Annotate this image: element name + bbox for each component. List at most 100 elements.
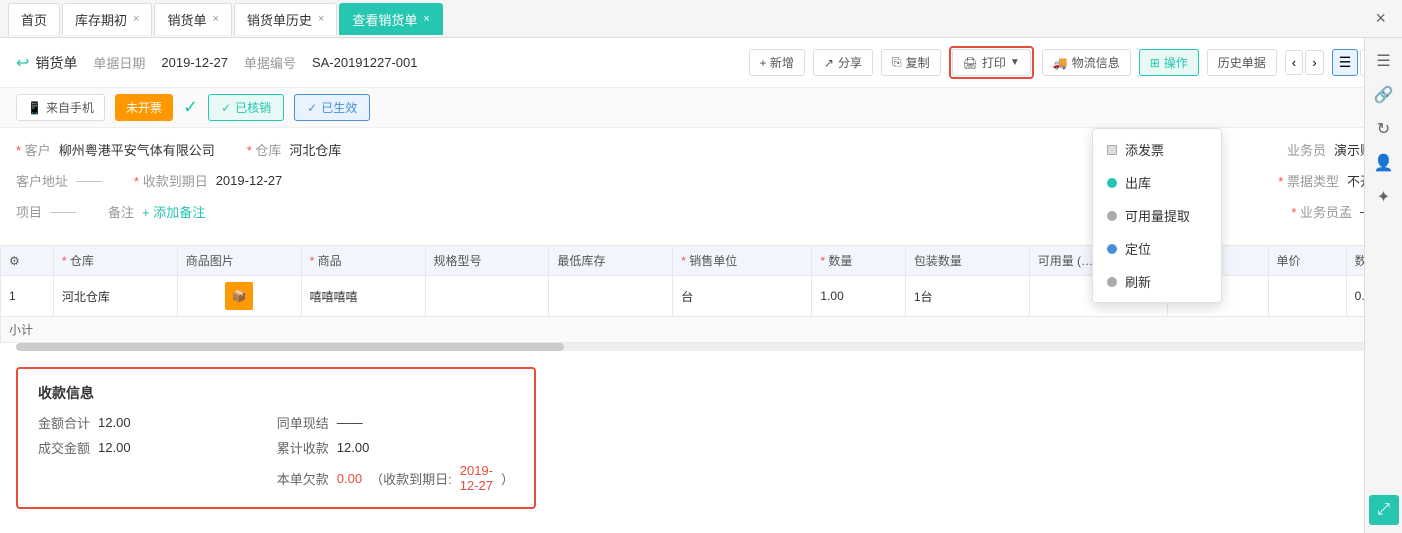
col-product: * 商品: [301, 246, 425, 276]
outbound-label: 出库: [1125, 173, 1151, 192]
payment-info-box: 收款信息 金额合计 12.00 同单现结 —— 成交金额 12.00 累计收款 …: [16, 367, 536, 509]
customer-field: 客户 柳州粤港平安气体有限公司: [16, 140, 215, 159]
row-pack-qty: 1台: [905, 276, 1029, 317]
address-value: ——: [76, 173, 102, 188]
refresh-icon: [1107, 277, 1117, 287]
checkmark2-icon: ✓: [221, 101, 231, 115]
locate-label: 定位: [1125, 239, 1151, 258]
col-product-img: 商品图片: [177, 246, 301, 276]
single-settlement-value: ——: [337, 415, 363, 430]
next-arrow[interactable]: ›: [1305, 50, 1323, 75]
operation-button[interactable]: ⊞ 操作: [1139, 49, 1199, 76]
history-button[interactable]: 历史单据: [1207, 49, 1277, 76]
tab-inventory-init[interactable]: 库存期初 ×: [62, 3, 152, 35]
close-window-button[interactable]: ×: [1367, 8, 1394, 29]
list-view-button[interactable]: ☰: [1332, 49, 1359, 76]
tab-view-sales-order-close[interactable]: ×: [423, 13, 429, 25]
horizontal-scrollbar[interactable]: [16, 343, 1386, 351]
share-icon: ↗: [824, 56, 834, 70]
sidebar-link-icon[interactable]: 🔗: [1369, 80, 1399, 110]
from-phone-button[interactable]: 📱 来自手机: [16, 94, 105, 121]
checkmark-icon[interactable]: ✓: [183, 97, 198, 118]
checkmark3-icon: ✓: [307, 101, 317, 115]
doc-title-icon: ↩: [16, 53, 29, 73]
refresh-label: 刷新: [1125, 272, 1151, 291]
nav-arrows: ‹ ›: [1285, 50, 1324, 75]
from-phone-label: 来自手机: [46, 99, 94, 116]
warehouse-field: 仓库 河北仓库: [247, 140, 342, 159]
sidebar-list-icon[interactable]: ☰: [1369, 46, 1399, 76]
row-warehouse: 河北仓库: [53, 276, 177, 317]
tab-sales-order[interactable]: 销货单 ×: [154, 3, 231, 35]
overdue-date: 2019-12-27: [460, 463, 493, 493]
tab-home-label: 首页: [21, 10, 47, 29]
sidebar-expand-icon[interactable]: ⤢: [1369, 495, 1399, 525]
copy-button-label: 复制: [906, 54, 930, 71]
total-value: 12.00: [98, 415, 131, 430]
single-settlement-label: 同单现结: [277, 413, 329, 432]
cumulative-row: 累计收款 12.00: [277, 438, 514, 457]
right-sidebar: ☰ 🔗 ↻ 👤 ✦ ⤢: [1364, 38, 1402, 533]
total-label: 金额合计: [38, 413, 90, 432]
share-button[interactable]: ↗ 分享: [813, 49, 873, 76]
row-spec: [425, 276, 549, 317]
tab-view-sales-order-label: 查看销货单: [352, 10, 417, 29]
sidebar-user-icon[interactable]: 👤: [1369, 148, 1399, 178]
add-invoice-icon: [1107, 145, 1117, 155]
print-highlight-box: 🖨 打印 ▼: [949, 46, 1034, 79]
dropdown-locate[interactable]: 定位: [1093, 232, 1221, 265]
subtotal-row: 小计: [1, 317, 1402, 343]
payment-date-value: 2019-12-27: [216, 173, 283, 188]
locate-icon: [1107, 244, 1117, 254]
dropdown-refresh[interactable]: 刷新: [1093, 265, 1221, 298]
operation-dropdown-menu: 添发票 出库 可用量提取 定位 刷新: [1092, 128, 1222, 303]
print-dropdown-arrow: ▼: [1010, 57, 1020, 68]
tab-sales-history[interactable]: 销货单历史 ×: [234, 3, 337, 35]
customer-value: 柳州粤港平安气体有限公司: [59, 140, 215, 159]
payment-info-grid: 金额合计 12.00 同单现结 —— 成交金额 12.00 累计收款 12.00: [38, 413, 514, 493]
dropdown-add-invoice[interactable]: 添发票: [1093, 133, 1221, 166]
date-value: 2019-12-27: [161, 55, 228, 70]
transaction-value: 12.00: [98, 440, 131, 455]
row-no: 1: [1, 276, 54, 317]
transaction-label: 成交金额: [38, 438, 90, 457]
address-field: 客户地址 ——: [16, 171, 102, 190]
print-button[interactable]: 🖨 打印 ▼: [952, 49, 1031, 76]
outbound-icon: [1107, 178, 1117, 188]
already-effective-button[interactable]: ✓ 已生效: [294, 94, 370, 121]
doc-title-text: 销货单: [35, 53, 77, 73]
tab-inventory-init-close[interactable]: ×: [133, 13, 139, 25]
sidebar-refresh-icon[interactable]: ↻: [1369, 114, 1399, 144]
gear-icon: ⚙: [9, 254, 20, 268]
col-gear[interactable]: ⚙: [1, 246, 54, 276]
tab-home[interactable]: 首页: [8, 3, 60, 35]
col-sales-unit: * 销售单位: [673, 246, 812, 276]
sidebar-star-icon[interactable]: ✦: [1369, 182, 1399, 212]
new-button[interactable]: + 新增: [749, 49, 805, 76]
tab-inventory-init-label: 库存期初: [75, 10, 127, 29]
prev-arrow[interactable]: ‹: [1285, 50, 1303, 75]
total-amount-row: 金额合计 12.00: [38, 413, 253, 432]
not-open-button[interactable]: 未开票: [115, 94, 173, 121]
project-value: ——: [50, 204, 76, 219]
doc-actions: + 新增 ↗ 分享 ⎘ 复制 🖨 打印 ▼: [749, 46, 1386, 79]
tab-sales-order-close[interactable]: ×: [212, 13, 218, 25]
logistics-button[interactable]: 🚚 物流信息: [1042, 49, 1131, 76]
row-quantity: 1.00: [812, 276, 905, 317]
already-cancelled-button[interactable]: ✓ 已核销: [208, 94, 284, 121]
cumulative-label: 累计收款: [277, 438, 329, 457]
tab-sales-history-close[interactable]: ×: [318, 13, 324, 25]
copy-button[interactable]: ⎘ 复制: [881, 49, 941, 76]
col-spec: 规格型号: [425, 246, 549, 276]
doc-toolbar2: 📱 来自手机 未开票 ✓ ✓ 已核销 ✓ 已生效: [0, 88, 1402, 128]
add-note-button[interactable]: + 添加备注: [142, 202, 205, 221]
tab-sales-order-label: 销货单: [167, 10, 206, 29]
dropdown-available-qty[interactable]: 可用量提取: [1093, 199, 1221, 232]
ticket-type-label: 票据类型: [1278, 171, 1339, 190]
warehouse-value: 河北仓库: [289, 140, 341, 159]
tab-view-sales-order[interactable]: 查看销货单 ×: [339, 3, 442, 35]
dropdown-outbound[interactable]: 出库: [1093, 166, 1221, 199]
row-min-stock: [549, 276, 673, 317]
scrollbar-thumb[interactable]: [16, 343, 564, 351]
share-button-label: 分享: [838, 54, 862, 71]
